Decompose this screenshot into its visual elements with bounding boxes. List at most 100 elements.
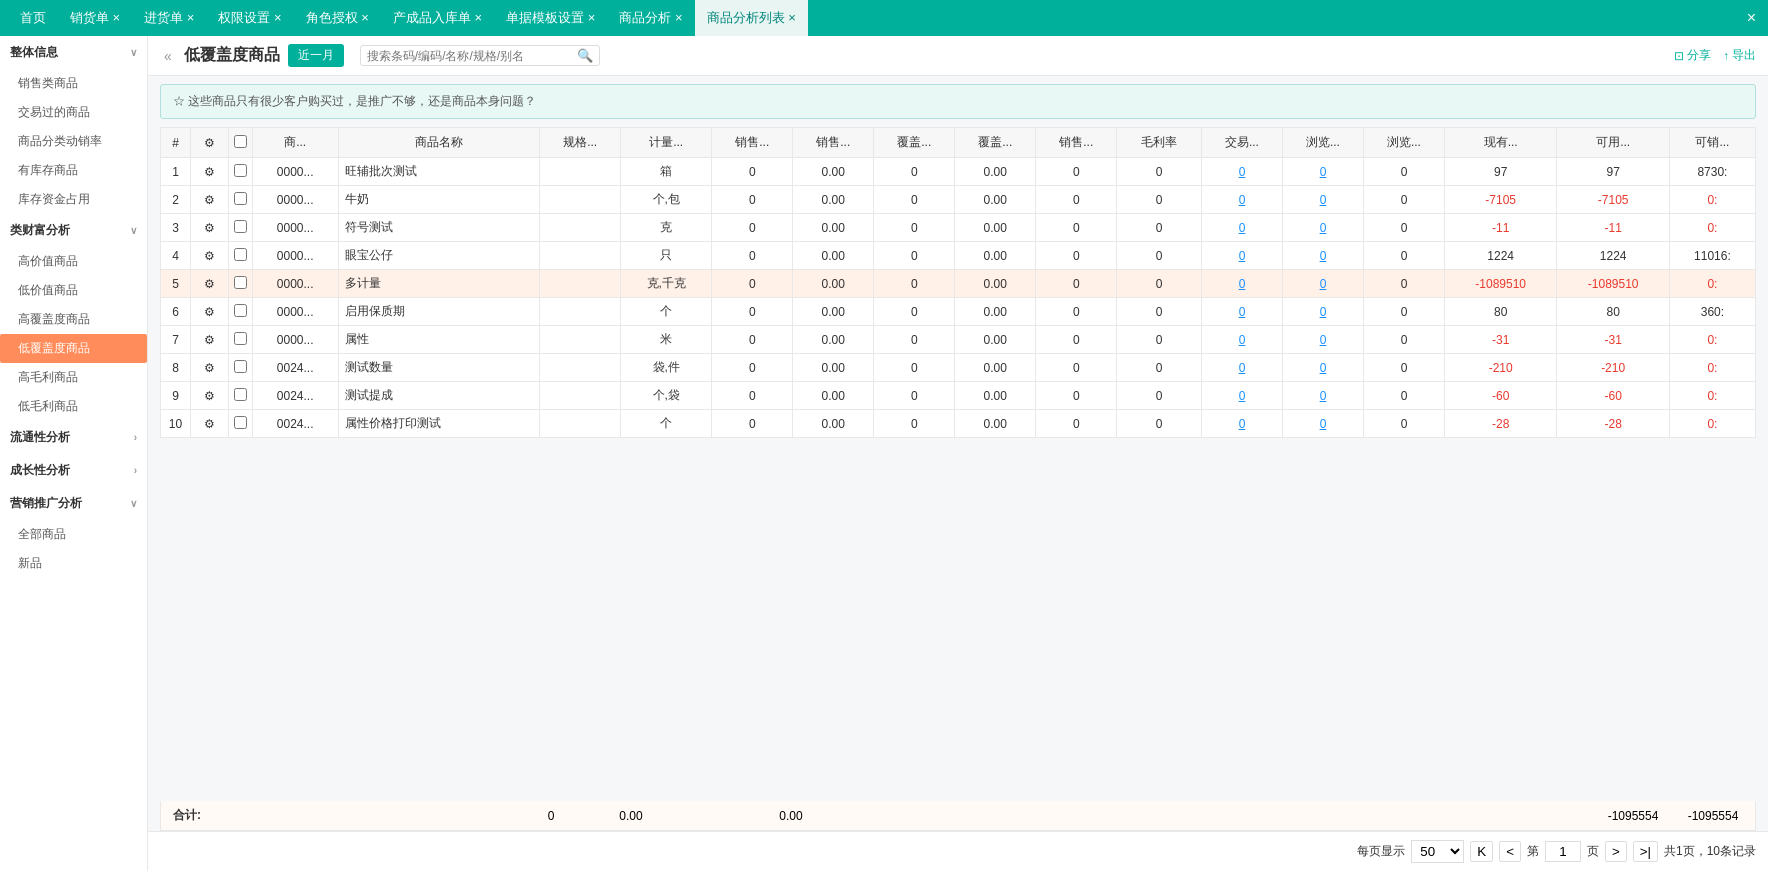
row-checkbox[interactable]: [234, 276, 247, 289]
row-checkbox[interactable]: [234, 192, 247, 205]
collapse-sidebar-button[interactable]: «: [160, 46, 176, 66]
cell-checkbox[interactable]: [228, 382, 252, 410]
col-cover1[interactable]: 覆盖...: [874, 128, 955, 158]
row-checkbox[interactable]: [234, 416, 247, 429]
nav-home[interactable]: 首页: [8, 0, 58, 36]
col-sellable[interactable]: 可销...: [1669, 128, 1755, 158]
nav-permissions[interactable]: 权限设置 ×: [206, 0, 293, 36]
col-gear[interactable]: ⚙: [191, 128, 229, 158]
cell-browse1[interactable]: 0: [1282, 326, 1363, 354]
page-size-select[interactable]: 50 100 200: [1411, 840, 1464, 863]
cell-gear[interactable]: ⚙: [191, 214, 229, 242]
cell-browse1[interactable]: 0: [1282, 214, 1363, 242]
sidebar-item-category-rate[interactable]: 商品分类动销率: [0, 127, 147, 156]
nav-products[interactable]: 产成品入库单 ×: [381, 0, 494, 36]
sidebar-item-capital[interactable]: 库存资金占用: [0, 185, 147, 214]
sidebar-item-sales-goods[interactable]: 销售类商品: [0, 69, 147, 98]
search-input[interactable]: [367, 49, 577, 63]
nav-analysis-list[interactable]: 商品分析列表 ×: [695, 0, 808, 36]
cell-checkbox[interactable]: [228, 410, 252, 438]
row-checkbox[interactable]: [234, 304, 247, 317]
cell-checkbox[interactable]: [228, 214, 252, 242]
export-button[interactable]: ↑ 导出: [1723, 47, 1756, 64]
sidebar-item-low-value[interactable]: 低价值商品: [0, 276, 147, 305]
cell-checkbox[interactable]: [228, 158, 252, 186]
cell-gear[interactable]: ⚙: [191, 326, 229, 354]
close-all-tabs[interactable]: ×: [1747, 9, 1756, 27]
cell-gear[interactable]: ⚙: [191, 410, 229, 438]
search-icon[interactable]: 🔍: [577, 48, 593, 63]
col-browse1[interactable]: 浏览...: [1282, 128, 1363, 158]
share-button[interactable]: ⊡ 分享: [1674, 47, 1711, 64]
current-page-input[interactable]: [1545, 841, 1581, 862]
sidebar-item-new-goods[interactable]: 新品: [0, 549, 147, 578]
nav-templates[interactable]: 单据模板设置 ×: [494, 0, 607, 36]
col-sales1[interactable]: 销售...: [712, 128, 793, 158]
col-cover2[interactable]: 覆盖...: [955, 128, 1036, 158]
cell-checkbox[interactable]: [228, 242, 252, 270]
cell-browse1[interactable]: 0: [1282, 242, 1363, 270]
sidebar-item-low-coverage[interactable]: 低覆盖度商品: [0, 334, 147, 363]
col-trade[interactable]: 交易...: [1201, 128, 1282, 158]
cell-browse1[interactable]: 0: [1282, 270, 1363, 298]
nav-purchase[interactable]: 进货单 ×: [132, 0, 206, 36]
first-page-button[interactable]: K: [1470, 841, 1493, 862]
row-checkbox[interactable]: [234, 164, 247, 177]
cell-gear[interactable]: ⚙: [191, 158, 229, 186]
prev-page-button[interactable]: <: [1499, 841, 1521, 862]
cell-checkbox[interactable]: [228, 326, 252, 354]
col-name[interactable]: 商品名称: [338, 128, 539, 158]
cell-browse1[interactable]: 0: [1282, 354, 1363, 382]
cell-gear[interactable]: ⚙: [191, 298, 229, 326]
next-page-button[interactable]: >: [1605, 841, 1627, 862]
row-checkbox[interactable]: [234, 220, 247, 233]
cell-browse1[interactable]: 0: [1282, 158, 1363, 186]
sidebar-item-low-margin[interactable]: 低毛利商品: [0, 392, 147, 421]
col-current[interactable]: 现有...: [1444, 128, 1556, 158]
col-sales3[interactable]: 销售...: [1036, 128, 1117, 158]
cell-checkbox[interactable]: [228, 354, 252, 382]
cell-gear[interactable]: ⚙: [191, 270, 229, 298]
row-checkbox[interactable]: [234, 388, 247, 401]
sidebar-item-high-coverage[interactable]: 高覆盖度商品: [0, 305, 147, 334]
col-spec[interactable]: 规格...: [540, 128, 621, 158]
col-available[interactable]: 可用...: [1557, 128, 1669, 158]
sidebar-item-in-stock[interactable]: 有库存商品: [0, 156, 147, 185]
cell-gear[interactable]: ⚙: [191, 242, 229, 270]
col-margin[interactable]: 毛利率: [1117, 128, 1202, 158]
sidebar-item-high-value[interactable]: 高价值商品: [0, 247, 147, 276]
sidebar-item-all-goods[interactable]: 全部商品: [0, 520, 147, 549]
sidebar-section-circulation[interactable]: 流通性分析 ›: [0, 421, 147, 454]
sidebar-section-wealth[interactable]: 类财富分析 ∨: [0, 214, 147, 247]
cell-browse1[interactable]: 0: [1282, 298, 1363, 326]
row-checkbox[interactable]: [234, 360, 247, 373]
cell-browse1[interactable]: 0: [1282, 410, 1363, 438]
last-page-button[interactable]: >|: [1633, 841, 1658, 862]
select-all-checkbox[interactable]: [234, 135, 247, 148]
col-checkbox[interactable]: [228, 128, 252, 158]
cell-gear[interactable]: ⚙: [191, 354, 229, 382]
cell-checkbox[interactable]: [228, 186, 252, 214]
cell-checkbox[interactable]: [228, 270, 252, 298]
nav-sales[interactable]: 销货单 ×: [58, 0, 132, 36]
cell-gear[interactable]: ⚙: [191, 186, 229, 214]
sidebar-section-growth[interactable]: 成长性分析 ›: [0, 454, 147, 487]
cell-gear[interactable]: ⚙: [191, 382, 229, 410]
cell-browse1[interactable]: 0: [1282, 186, 1363, 214]
cell-browse1[interactable]: 0: [1282, 382, 1363, 410]
cell-checkbox[interactable]: [228, 298, 252, 326]
col-unit[interactable]: 计量...: [621, 128, 712, 158]
sidebar-item-traded-goods[interactable]: 交易过的商品: [0, 98, 147, 127]
sidebar-section-overall[interactable]: 整体信息 ∨: [0, 36, 147, 69]
nav-roles[interactable]: 角色授权 ×: [294, 0, 381, 36]
nav-analysis[interactable]: 商品分析 ×: [607, 0, 694, 36]
row-checkbox[interactable]: [234, 332, 247, 345]
table-wrapper[interactable]: # ⚙ 商... 商品名称 规格... 计量... 销售... 销售... 覆盖…: [160, 127, 1756, 801]
sidebar-item-high-margin[interactable]: 高毛利商品: [0, 363, 147, 392]
date-filter-button[interactable]: 近一月: [288, 44, 344, 67]
sidebar-section-marketing[interactable]: 营销推广分析 ∨: [0, 487, 147, 520]
col-code[interactable]: 商...: [252, 128, 338, 158]
row-checkbox[interactable]: [234, 248, 247, 261]
col-sales2[interactable]: 销售...: [793, 128, 874, 158]
col-browse2[interactable]: 浏览...: [1363, 128, 1444, 158]
